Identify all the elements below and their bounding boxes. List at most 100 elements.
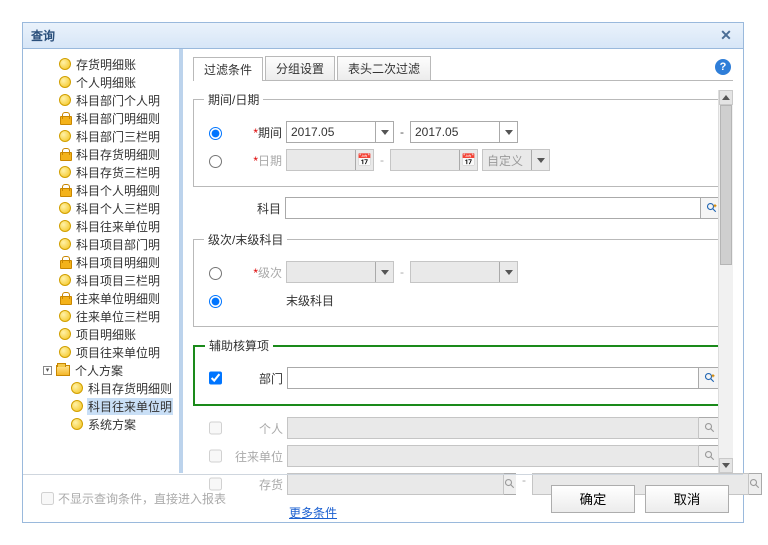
- level-label: 级次: [258, 266, 282, 280]
- radio-date[interactable]: [209, 155, 222, 168]
- tree-item-label: 科目个人明细则: [75, 182, 161, 199]
- subject-input[interactable]: [285, 197, 701, 219]
- scroll-thumb[interactable]: [720, 105, 732, 265]
- period-label: 期间: [258, 126, 282, 140]
- tree-folder-label: 个人方案: [74, 362, 124, 379]
- chevron-down-icon: [375, 122, 393, 142]
- dot-icon: [59, 58, 71, 70]
- lock-icon: [59, 256, 71, 268]
- tree-item[interactable]: 系统方案: [29, 415, 179, 433]
- tree-item[interactable]: 存货明细账: [29, 55, 179, 73]
- tree-item[interactable]: 科目部门个人明: [29, 91, 179, 109]
- tree-item[interactable]: 科目往来单位明: [29, 217, 179, 235]
- tree-item[interactable]: 科目存货明细则: [29, 145, 179, 163]
- tree-item-label: 系统方案: [87, 416, 137, 433]
- chk-dept[interactable]: [209, 371, 222, 385]
- tree-item[interactable]: 科目项目三栏明: [29, 271, 179, 289]
- group-level-legend: 级次/末级科目: [204, 231, 287, 248]
- skip-query-label: 不显示查询条件，直接进入报表: [58, 490, 226, 507]
- chevron-down-icon: [499, 122, 517, 142]
- tree-item[interactable]: 科目个人明细则: [29, 181, 179, 199]
- search-plus-icon: [706, 202, 718, 214]
- dot-icon: [71, 400, 83, 412]
- close-icon[interactable]: ✕: [717, 27, 735, 45]
- cancel-button[interactable]: 取消: [645, 485, 729, 513]
- group-period: 期间/日期 *期间 2017.05 - 2017.05: [193, 91, 733, 187]
- tree-item[interactable]: 往来单位三栏明: [29, 307, 179, 325]
- calendar-icon: 📅: [355, 150, 373, 170]
- date-custom: 自定义: [482, 149, 550, 171]
- search-plus-icon: [704, 372, 716, 384]
- date-to: 📅: [390, 149, 478, 171]
- date-label: 日期: [258, 154, 282, 168]
- expander-icon[interactable]: ▾: [43, 366, 52, 375]
- dot-icon: [59, 346, 71, 358]
- search-plus-icon: [704, 450, 716, 462]
- scroll-down-icon[interactable]: [719, 458, 733, 473]
- scroll-up-icon[interactable]: [719, 90, 733, 105]
- tree-item-label: 科目存货明细则: [87, 380, 173, 397]
- tree-item-label: 科目存货明细则: [75, 146, 161, 163]
- tree-item[interactable]: 科目部门明细则: [29, 109, 179, 127]
- tree-item-label: 个人明细账: [75, 74, 137, 91]
- tree-item[interactable]: 项目明细账: [29, 325, 179, 343]
- tree-item[interactable]: 往来单位明细则: [29, 289, 179, 307]
- folder-icon: [56, 365, 70, 376]
- skip-query-check: 不显示查询条件，直接进入报表: [37, 489, 226, 508]
- skip-query-checkbox: [41, 492, 54, 505]
- radio-level[interactable]: [209, 267, 222, 280]
- tree-item-label: 往来单位三栏明: [75, 308, 161, 325]
- dot-icon: [59, 310, 71, 322]
- tree-folder[interactable]: ▾ 个人方案: [29, 361, 179, 379]
- dot-icon: [59, 130, 71, 142]
- tree-item[interactable]: 项目往来单位明: [29, 343, 179, 361]
- tree-item[interactable]: 科目存货三栏明: [29, 163, 179, 181]
- tree-item-label: 科目存货三栏明: [75, 164, 161, 181]
- tree-item[interactable]: 科目部门三栏明: [29, 127, 179, 145]
- tree-item[interactable]: 个人明细账: [29, 73, 179, 91]
- tree-item[interactable]: 科目存货明细则: [29, 379, 179, 397]
- tree-item-label: 科目部门明细则: [75, 110, 161, 127]
- ok-button[interactable]: 确定: [551, 485, 635, 513]
- right-panel: 过滤条件 分组设置 表头二次过滤 ? 期间/日期 *期间 2017.05: [183, 49, 743, 473]
- period-to[interactable]: 2017.05: [410, 121, 518, 143]
- tree-item-label: 科目往来单位明: [75, 218, 161, 235]
- tree-item-label: 科目项目明细则: [75, 254, 161, 271]
- radio-leaf[interactable]: [209, 295, 222, 308]
- person-input: [287, 417, 699, 439]
- calendar-icon: 📅: [459, 150, 477, 170]
- dot-icon: [59, 274, 71, 286]
- dept-input[interactable]: [287, 367, 699, 389]
- tree-item-label: 科目项目部门明: [75, 236, 161, 253]
- tree-item[interactable]: 科目个人三栏明: [29, 199, 179, 217]
- tab-group[interactable]: 分组设置: [265, 56, 335, 80]
- lock-icon: [59, 292, 71, 304]
- radio-period[interactable]: [209, 127, 222, 140]
- level-from: [286, 261, 394, 283]
- unit-input: [287, 445, 699, 467]
- group-period-legend: 期间/日期: [204, 91, 263, 108]
- tree-item-label: 科目往来单位明: [87, 398, 173, 415]
- tree-item[interactable]: 科目往来单位明: [29, 397, 179, 415]
- dot-icon: [59, 94, 71, 106]
- tree-item-label: 项目往来单位明: [75, 344, 161, 361]
- period-from[interactable]: 2017.05: [286, 121, 394, 143]
- tab-filter[interactable]: 过滤条件: [193, 57, 263, 81]
- tab-secondary[interactable]: 表头二次过滤: [337, 56, 431, 80]
- dialog-title: 查询: [31, 27, 55, 44]
- query-dialog: 查询 ✕ 存货明细账个人明细账科目部门个人明科目部门明细则科目部门三栏明科目存货…: [22, 22, 744, 523]
- tree-item[interactable]: 科目项目明细则: [29, 253, 179, 271]
- tree-item[interactable]: 科目项目部门明: [29, 235, 179, 253]
- help-icon[interactable]: ?: [715, 59, 731, 75]
- search-icon: [704, 422, 716, 434]
- lock-icon: [59, 184, 71, 196]
- scrollbar[interactable]: [718, 90, 733, 473]
- tree-item-label: 科目部门个人明: [75, 92, 161, 109]
- dot-icon: [59, 238, 71, 250]
- lock-icon: [59, 112, 71, 124]
- subject-label: 科目: [257, 202, 281, 216]
- dot-icon: [59, 202, 71, 214]
- stock-to-picker: [749, 473, 762, 495]
- tree-item-label: 存货明细账: [75, 56, 137, 73]
- dot-icon: [59, 76, 71, 88]
